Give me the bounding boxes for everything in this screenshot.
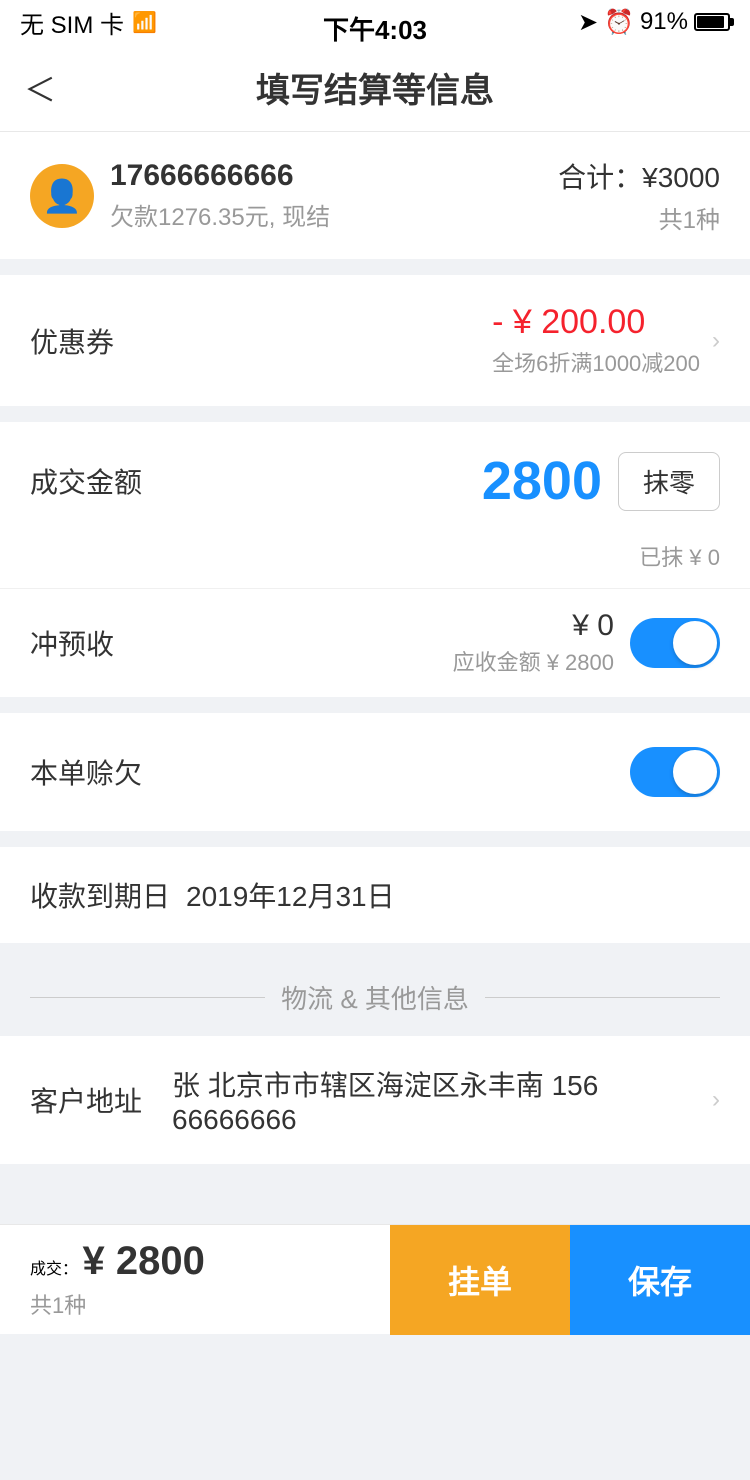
avatar: 👤 (30, 164, 94, 228)
bottom-deal-count: 共1种 (30, 1288, 360, 1320)
debt-toggle-knob (673, 750, 717, 794)
hang-order-button[interactable]: 挂单 (390, 1225, 570, 1335)
customer-right: 合计：¥3000 共1种 (558, 156, 720, 235)
debt-row: 本单赊欠 (0, 713, 750, 831)
coupon-label: 优惠券 (30, 321, 114, 361)
coupon-section: 优惠券 - ¥ 200.00 全场6折满1000减200 › (0, 275, 750, 406)
chevron-right-icon: › (712, 327, 720, 355)
debt-section: 本单赊欠 (0, 713, 750, 831)
address-chevron-icon: › (712, 1086, 720, 1114)
address-section: 客户地址 张 北京市市辖区海淀区永丰南 156 66666666 › (0, 1036, 750, 1164)
coupon-row[interactable]: 优惠券 - ¥ 200.00 全场6折满1000减200 › (0, 275, 750, 406)
coupon-desc: 全场6折满1000减200 (492, 346, 700, 378)
divider-line-right (485, 997, 720, 998)
coupon-amount: - ¥ 200.00 (492, 303, 700, 342)
section-divider: 物流 & 其他信息 (0, 959, 750, 1036)
alarm-icon: ⏰ (604, 8, 634, 37)
back-button[interactable]: ＜ (24, 65, 56, 111)
page-title: 填写结算等信息 (256, 63, 494, 112)
location-icon: ➤ (578, 8, 598, 37)
customer-info: 17666666666 欠款1276.35元, 现结 (110, 159, 330, 232)
prepay-amount: ¥ 0 (453, 609, 614, 643)
customer-count: 共1种 (558, 200, 720, 235)
deal-amount: 2800 (482, 450, 602, 512)
status-time: 下午4:03 (323, 10, 427, 47)
address-label: 客户地址 (30, 1080, 142, 1120)
bottom-summary: 成交： ¥ 2800 共1种 (0, 1239, 390, 1320)
due-date-section: 收款到期日 2019年12月31日 (0, 847, 750, 943)
divider-text: 物流 & 其他信息 (281, 979, 469, 1016)
debt-label: 本单赊欠 (30, 752, 142, 792)
due-date-label: 收款到期日 (30, 875, 170, 915)
status-left: 无 SIM 卡 📶 (20, 5, 157, 40)
bottom-deal-label: 成交： (30, 1261, 78, 1278)
prepay-row: 冲预收 ¥ 0 应收金额 ¥ 2800 (0, 588, 750, 697)
status-right: ➤ ⏰ 91% (578, 8, 730, 37)
deal-right: 2800 抹零 (482, 450, 720, 512)
address-value: 张 北京市市辖区海淀区永丰南 156 66666666 (172, 1064, 712, 1136)
customer-phone: 17666666666 (110, 159, 330, 193)
customer-total: 合计：¥3000 (558, 156, 720, 196)
prepay-toggle[interactable] (630, 618, 720, 668)
divider-line-left (30, 997, 265, 998)
prepay-sub: 应收金额 ¥ 2800 (453, 645, 614, 677)
round-zero-button[interactable]: 抹零 (618, 452, 720, 511)
wifi-icon: 📶 (132, 10, 157, 35)
customer-left: 👤 17666666666 欠款1276.35元, 现结 (30, 159, 330, 232)
battery-percent: 91% (640, 8, 688, 36)
coupon-right: - ¥ 200.00 全场6折满1000减200 › (492, 303, 720, 378)
customer-card: 👤 17666666666 欠款1276.35元, 现结 合计：¥3000 共1… (0, 132, 750, 259)
bottom-bar: 成交： ¥ 2800 共1种 挂单 保存 (0, 1224, 750, 1334)
customer-sub: 欠款1276.35元, 现结 (110, 197, 330, 232)
address-row[interactable]: 客户地址 张 北京市市辖区海淀区永丰南 156 66666666 › (0, 1036, 750, 1164)
deal-row: 成交金额 2800 抹零 (0, 422, 750, 540)
prepay-amount-block: ¥ 0 应收金额 ¥ 2800 (453, 609, 614, 677)
coupon-value: - ¥ 200.00 全场6折满1000减200 (492, 303, 700, 378)
due-date-value: 2019年12月31日 (186, 875, 395, 915)
deal-label: 成交金额 (30, 461, 142, 501)
status-bar: 无 SIM 卡 📶 下午4:03 ➤ ⏰ 91% (0, 0, 750, 44)
due-date-row: 收款到期日 2019年12月31日 (0, 847, 750, 943)
battery-icon (694, 13, 730, 31)
nav-bar: ＜ 填写结算等信息 (0, 44, 750, 132)
bottom-deal-line: 成交： ¥ 2800 (30, 1239, 360, 1284)
save-button[interactable]: 保存 (570, 1225, 750, 1335)
bottom-deal-price: ¥ 2800 (82, 1239, 204, 1283)
prepay-label: 冲预收 (30, 623, 114, 663)
debt-toggle[interactable] (630, 747, 720, 797)
deal-sub: 已抹 ¥ 0 (0, 540, 750, 588)
carrier-text: 无 SIM 卡 (20, 5, 124, 40)
toggle-knob (673, 621, 717, 665)
deal-section: 成交金额 2800 抹零 已抹 ¥ 0 冲预收 ¥ 0 应收金额 ¥ 2800 (0, 422, 750, 697)
prepay-right: ¥ 0 应收金额 ¥ 2800 (453, 609, 720, 677)
